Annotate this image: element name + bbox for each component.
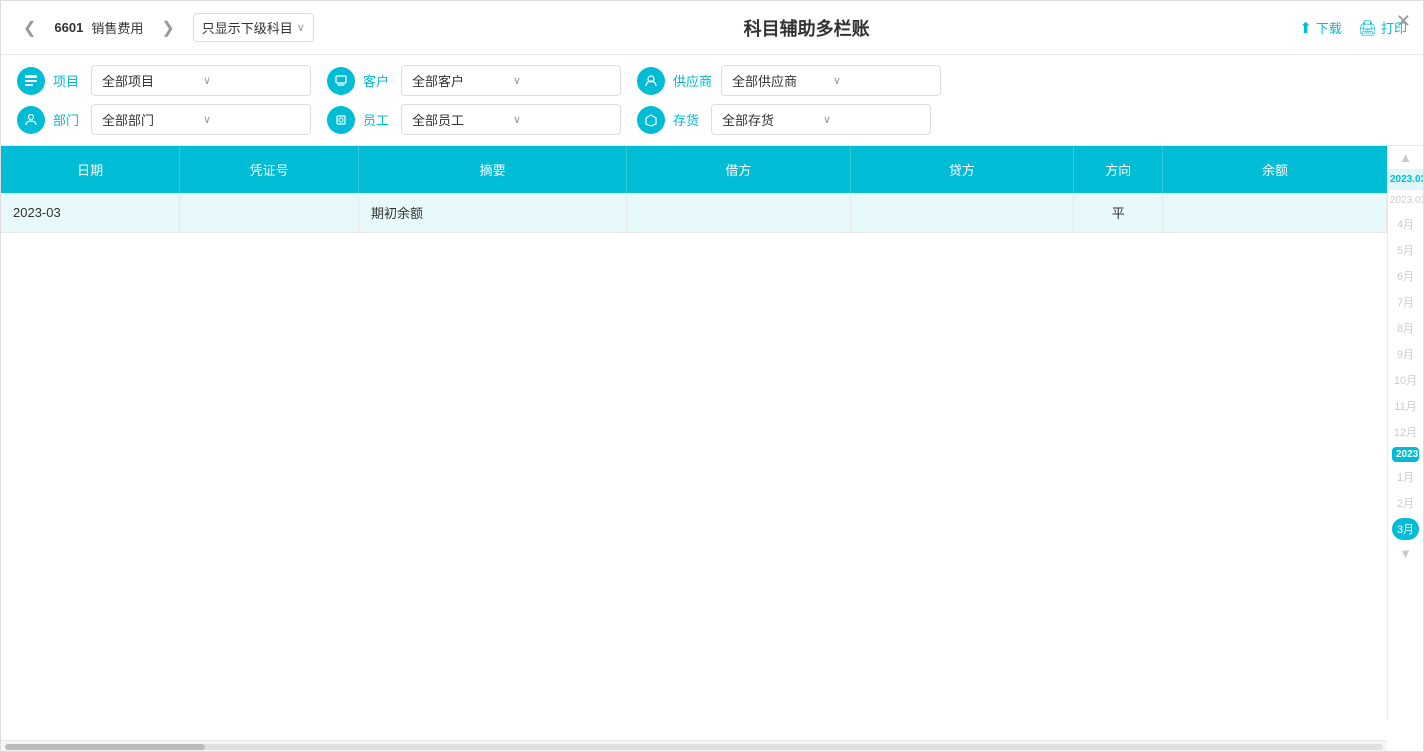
timeline-item-8[interactable]: 8月 bbox=[1388, 315, 1423, 341]
show-sub-accounts-filter[interactable]: 只显示下级科目 ∨ bbox=[193, 13, 314, 42]
project-select-value: 全部项目 bbox=[102, 71, 199, 90]
print-icon: 🖨 bbox=[1358, 19, 1377, 37]
timeline-item-1[interactable]: 1月 bbox=[1388, 464, 1423, 490]
department-icon bbox=[17, 106, 45, 134]
supplier-select[interactable]: 全部供应商 ∨ bbox=[721, 65, 941, 96]
inventory-select-value: 全部存货 bbox=[722, 110, 819, 129]
table-row[interactable]: 2023-03 期初余额 平 bbox=[1, 193, 1387, 233]
timeline-item-2023-03[interactable]: 2023.03 bbox=[1388, 190, 1423, 211]
timeline-down-arrow[interactable]: ▼ bbox=[1388, 542, 1423, 565]
inventory-select[interactable]: 全部存货 ∨ bbox=[711, 104, 931, 135]
customer-arrow-icon: ∨ bbox=[513, 74, 610, 87]
header-actions: ⬆ 下载 🖨 打印 bbox=[1299, 18, 1407, 37]
project-label: 项目 bbox=[53, 71, 83, 90]
ledger-table: 日期 凭证号 摘要 借方 贷方 方向 余额 2023-03 期初余额 bbox=[1, 146, 1387, 233]
side-timeline: ▲ 2023.03 2023.03 4月 5月 6月 7月 8月 9月 10月 … bbox=[1387, 146, 1423, 720]
filter-item-inventory: 存货 全部存货 ∨ bbox=[637, 104, 931, 135]
timeline-item-2023-03-selected[interactable]: 2023.03 bbox=[1388, 169, 1423, 190]
account-code-label: 6601 bbox=[54, 20, 83, 35]
account-code-section: 6601 销售费用 bbox=[54, 18, 143, 37]
col-voucher: 凭证号 bbox=[180, 146, 359, 193]
show-sub-accounts-label: 只显示下级科目 bbox=[202, 18, 293, 37]
supplier-arrow-icon: ∨ bbox=[833, 74, 930, 87]
employee-label: 员工 bbox=[363, 110, 393, 129]
filter-item-customer: 客户 全部客户 ∨ bbox=[327, 65, 621, 96]
timeline-item-4[interactable]: 4月 bbox=[1388, 211, 1423, 237]
col-credit: 贷方 bbox=[850, 146, 1073, 193]
customer-label: 客户 bbox=[363, 71, 393, 90]
cell-debit bbox=[627, 193, 850, 233]
employee-select[interactable]: 全部员工 ∨ bbox=[401, 104, 621, 135]
timeline-item-9[interactable]: 9月 bbox=[1388, 341, 1423, 367]
page-title: 科目辅助多栏账 bbox=[326, 15, 1288, 41]
department-select-value: 全部部门 bbox=[102, 110, 199, 129]
main-window: ❮ 6601 销售费用 ❯ 只显示下级科目 ∨ 科目辅助多栏账 ⬆ 下载 🖨 打… bbox=[0, 0, 1424, 752]
supplier-icon bbox=[637, 67, 665, 95]
next-account-button[interactable]: ❯ bbox=[155, 16, 180, 40]
download-label: 下载 bbox=[1316, 18, 1342, 37]
cell-voucher bbox=[180, 193, 359, 233]
filter-row-1: 项目 全部项目 ∨ 客户 全部客户 ∨ bbox=[17, 65, 1407, 96]
customer-icon bbox=[327, 67, 355, 95]
cell-balance bbox=[1163, 193, 1387, 233]
employee-icon bbox=[327, 106, 355, 134]
inventory-arrow-icon: ∨ bbox=[823, 113, 920, 126]
employee-arrow-icon: ∨ bbox=[513, 113, 610, 126]
account-name-label: 销售费用 bbox=[91, 18, 143, 37]
supplier-label: 供应商 bbox=[673, 71, 713, 90]
department-label: 部门 bbox=[53, 110, 83, 129]
customer-select[interactable]: 全部客户 ∨ bbox=[401, 65, 621, 96]
project-arrow-icon: ∨ bbox=[203, 74, 300, 87]
timeline-item-10[interactable]: 10月 bbox=[1388, 367, 1423, 393]
filter-item-employee: 员工 全部员工 ∨ bbox=[327, 104, 621, 135]
download-button[interactable]: ⬆ 下载 bbox=[1299, 18, 1342, 37]
download-icon: ⬆ bbox=[1299, 19, 1312, 37]
supplier-select-value: 全部供应商 bbox=[732, 71, 829, 90]
employee-select-value: 全部员工 bbox=[412, 110, 509, 129]
timeline-item-12[interactable]: 12月 bbox=[1388, 419, 1423, 445]
project-icon bbox=[17, 67, 45, 95]
col-balance: 余额 bbox=[1163, 146, 1387, 193]
filter-row-2: 部门 全部部门 ∨ 员工 全部员工 ∨ bbox=[17, 104, 1407, 135]
timeline-item-5[interactable]: 5月 bbox=[1388, 237, 1423, 263]
timeline-item-6[interactable]: 6月 bbox=[1388, 263, 1423, 289]
col-date: 日期 bbox=[1, 146, 180, 193]
project-select[interactable]: 全部项目 ∨ bbox=[91, 65, 311, 96]
cell-direction: 平 bbox=[1074, 193, 1163, 233]
inventory-label: 存货 bbox=[673, 110, 703, 129]
filter-item-department: 部门 全部部门 ∨ bbox=[17, 104, 311, 135]
timeline-item-2[interactable]: 2月 bbox=[1388, 490, 1423, 516]
show-sub-accounts-arrow: ∨ bbox=[297, 21, 305, 34]
timeline-year-2023[interactable]: 2023 bbox=[1392, 447, 1419, 462]
header: ❮ 6601 销售费用 ❯ 只显示下级科目 ∨ 科目辅助多栏账 ⬆ 下载 🖨 打… bbox=[1, 1, 1423, 55]
table-area[interactable]: 日期 凭证号 摘要 借方 贷方 方向 余额 2023-03 期初余额 bbox=[1, 146, 1387, 740]
col-direction: 方向 bbox=[1074, 146, 1163, 193]
filter-bar: 项目 全部项目 ∨ 客户 全部客户 ∨ bbox=[1, 55, 1423, 146]
cell-summary: 期初余额 bbox=[359, 193, 627, 233]
timeline-item-11[interactable]: 11月 bbox=[1388, 393, 1423, 419]
col-summary: 摘要 bbox=[359, 146, 627, 193]
horizontal-scrollbar[interactable] bbox=[1, 740, 1387, 752]
prev-account-button[interactable]: ❮ bbox=[17, 16, 42, 40]
timeline-item-3-current[interactable]: 3月 bbox=[1392, 518, 1419, 540]
scrollbar-thumb bbox=[5, 744, 205, 750]
close-button[interactable]: ✕ bbox=[1396, 11, 1411, 32]
table-header-row: 日期 凭证号 摘要 借方 贷方 方向 余额 bbox=[1, 146, 1387, 193]
col-debit: 借方 bbox=[627, 146, 850, 193]
timeline-item-7[interactable]: 7月 bbox=[1388, 289, 1423, 315]
cell-date: 2023-03 bbox=[1, 193, 180, 233]
cell-credit bbox=[850, 193, 1073, 233]
timeline-up-arrow[interactable]: ▲ bbox=[1388, 146, 1423, 169]
filter-item-project: 项目 全部项目 ∨ bbox=[17, 65, 311, 96]
main-content: 日期 凭证号 摘要 借方 贷方 方向 余额 2023-03 期初余额 bbox=[1, 146, 1423, 752]
department-select[interactable]: 全部部门 ∨ bbox=[91, 104, 311, 135]
inventory-icon bbox=[637, 106, 665, 134]
customer-select-value: 全部客户 bbox=[412, 71, 509, 90]
filter-item-supplier: 供应商 全部供应商 ∨ bbox=[637, 65, 941, 96]
department-arrow-icon: ∨ bbox=[203, 113, 300, 126]
